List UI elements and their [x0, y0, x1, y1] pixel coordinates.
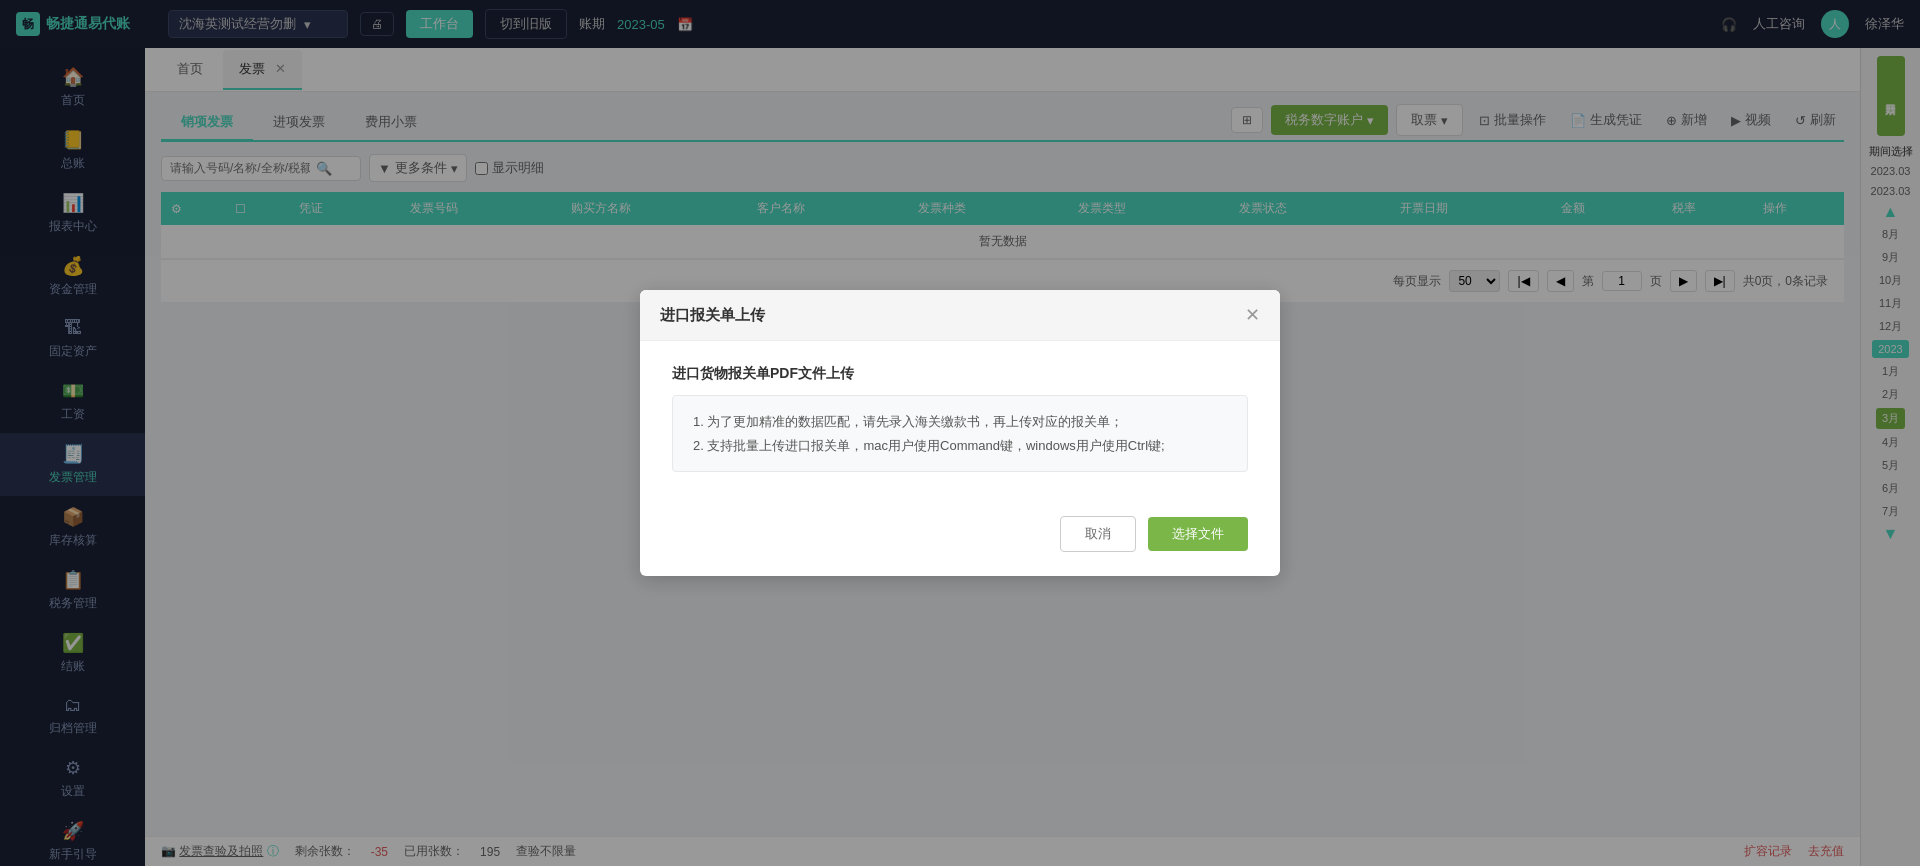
modal-body: 进口货物报关单PDF文件上传 1. 为了更加精准的数据匹配，请先录入海关缴款书，… — [640, 341, 1280, 516]
modal-select-file-btn[interactable]: 选择文件 — [1148, 517, 1248, 551]
modal-close-btn[interactable]: ✕ — [1245, 304, 1260, 326]
modal-info-item-1: 1. 为了更加精准的数据匹配，请先录入海关缴款书，再上传对应的报关单； — [693, 410, 1227, 433]
modal-info-item-2: 2. 支持批量上传进口报关单，mac用户使用Command键，windows用户… — [693, 434, 1227, 457]
modal-info-box: 1. 为了更加精准的数据匹配，请先录入海关缴款书，再上传对应的报关单； 2. 支… — [672, 395, 1248, 472]
modal-footer: 取消 选择文件 — [640, 516, 1280, 576]
modal-title: 进口报关单上传 — [660, 306, 765, 325]
import-customs-modal: 进口报关单上传 ✕ 进口货物报关单PDF文件上传 1. 为了更加精准的数据匹配，… — [640, 290, 1280, 576]
modal-section-title: 进口货物报关单PDF文件上传 — [672, 365, 1248, 383]
modal-cancel-btn[interactable]: 取消 — [1060, 516, 1136, 552]
modal-header: 进口报关单上传 ✕ — [640, 290, 1280, 341]
modal-overlay[interactable]: 进口报关单上传 ✕ 进口货物报关单PDF文件上传 1. 为了更加精准的数据匹配，… — [0, 0, 1920, 866]
